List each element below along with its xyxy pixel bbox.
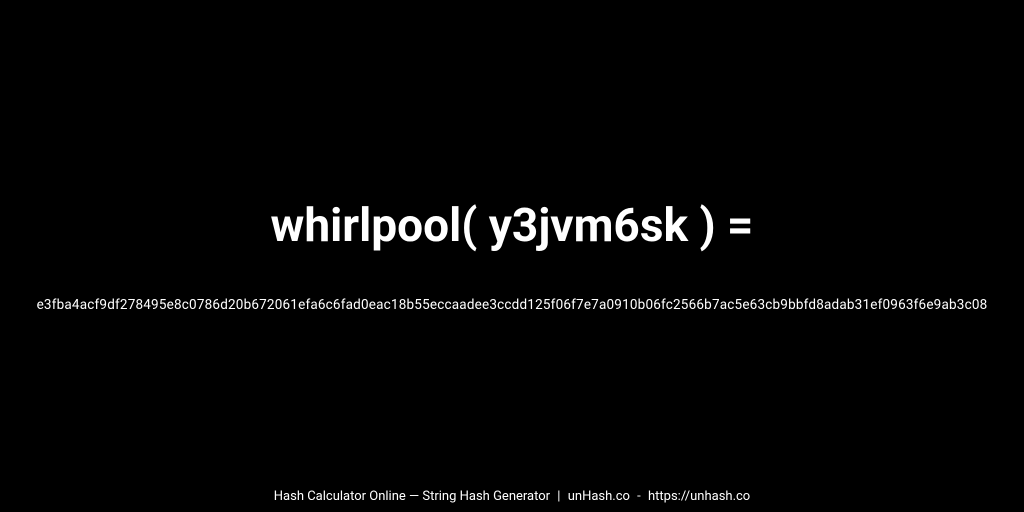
footer: Hash Calculator Online — String Hash Gen… [0,489,1024,504]
footer-separator-pipe: | [557,489,560,504]
hash-expression-heading: whirlpool( y3jvm6sk ) = [271,199,754,253]
footer-separator-dash: - [637,489,641,504]
footer-url: https://unhash.co [648,489,750,504]
hash-output-value: e3fba4acf9df278495e8c0786d20b672061efa6c… [37,297,988,313]
footer-site-name: unHash.co [568,489,630,504]
footer-title: Hash Calculator Online — String Hash Gen… [274,489,550,504]
main-content: whirlpool( y3jvm6sk ) = e3fba4acf9df2784… [0,0,1024,512]
